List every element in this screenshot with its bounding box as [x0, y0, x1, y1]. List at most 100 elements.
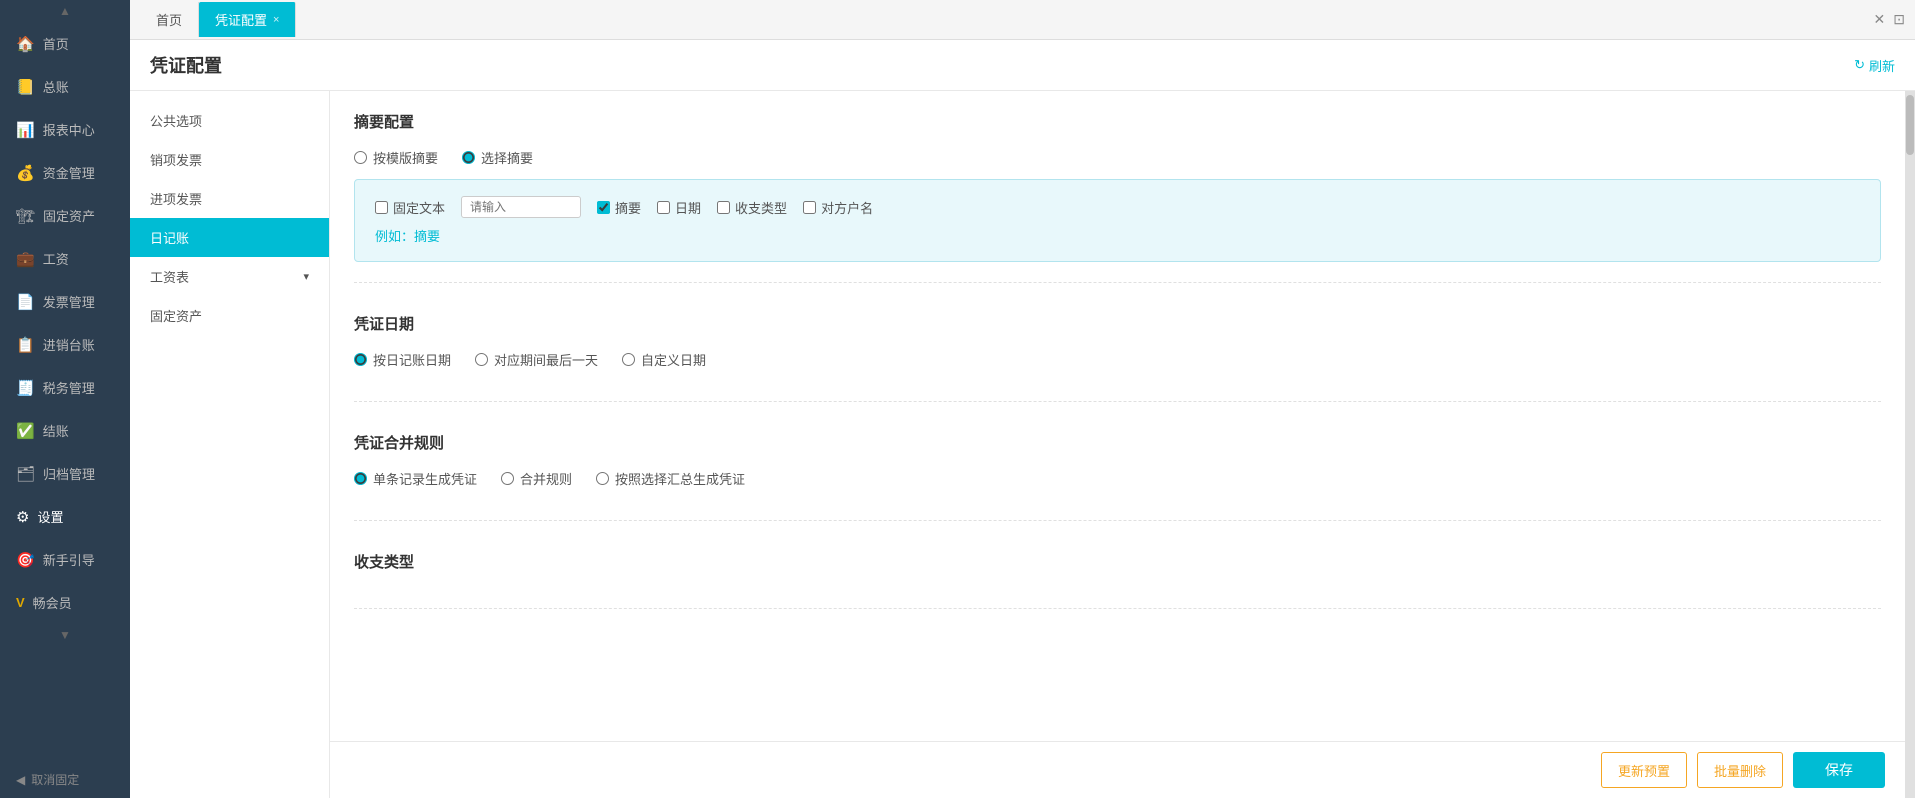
radio-custom-date[interactable]: 自定义日期: [622, 350, 706, 369]
tab-close-button[interactable]: ×: [273, 14, 279, 26]
invoice-icon: 📄: [16, 293, 35, 311]
checkbox-fixed-text-input[interactable]: [375, 201, 388, 214]
nav-item-fixed-assets[interactable]: 固定资产: [130, 296, 329, 335]
checkbox-summary[interactable]: 摘要: [597, 198, 641, 217]
sidebar-scroll-down[interactable]: ▼: [0, 624, 130, 646]
checkbox-date[interactable]: 日期: [657, 198, 701, 217]
update-preview-button[interactable]: 更新预置: [1601, 752, 1687, 788]
report-icon: 📊: [16, 121, 35, 139]
trade-icon: 📋: [16, 336, 35, 354]
tab-home[interactable]: 首页: [140, 2, 199, 37]
left-nav: 公共选项 销项发票 进项发票 日记账 工资表 ▾ 固定资产: [130, 91, 330, 798]
radio-summary-generate[interactable]: 按照选择汇总生成凭证: [596, 469, 745, 488]
nav-item-purchase-invoice[interactable]: 进项发票: [130, 179, 329, 218]
radio-template-summary[interactable]: 按模版摘要: [354, 148, 438, 167]
content-layout: 公共选项 销项发票 进项发票 日记账 工资表 ▾ 固定资产: [130, 91, 1915, 798]
assets-icon: 🏗: [16, 207, 35, 225]
nav-item-common[interactable]: 公共选项: [130, 101, 329, 140]
radio-single[interactable]: 单条记录生成凭证: [354, 469, 477, 488]
scrollbar-thumb[interactable]: [1906, 95, 1914, 155]
sidebar-item-archive[interactable]: 🗂 归档管理: [0, 452, 130, 495]
pin-icon: ◀: [16, 773, 25, 787]
fund-icon: 💰: [16, 164, 35, 182]
summary-config-title: 摘要配置: [354, 111, 1881, 132]
radio-custom-date-input[interactable]: [622, 353, 635, 366]
sidebar-item-home[interactable]: 🏠 首页: [0, 22, 130, 65]
checkbox-counterpart-name-input[interactable]: [803, 201, 816, 214]
summary-config-box: 固定文本 摘要 日期 收支类型: [354, 179, 1881, 262]
sidebar-item-salary[interactable]: 💼 工资: [0, 237, 130, 280]
outer-scrollbar[interactable]: [1905, 91, 1915, 798]
tab-bar-actions: ✕ ⊡: [1874, 11, 1905, 28]
checkbox-summary-input[interactable]: [597, 201, 610, 214]
merge-rules-radio-group: 单条记录生成凭证 合并规则 按照选择汇总生成凭证: [354, 469, 1881, 488]
salary-icon: 💼: [16, 250, 35, 268]
sidebar-item-trade[interactable]: 📋 进销台账: [0, 323, 130, 366]
income-type-title: 收支类型: [354, 551, 1881, 572]
tab-bar: 首页 凭证配置 × ✕ ⊡: [130, 0, 1915, 40]
radio-journal-date[interactable]: 按日记账日期: [354, 350, 451, 369]
radio-journal-date-input[interactable]: [354, 353, 367, 366]
checkbox-counterpart-name[interactable]: 对方户名: [803, 198, 873, 217]
sidebar-item-assets[interactable]: 🏗 固定资产: [0, 194, 130, 237]
radio-period-last[interactable]: 对应期间最后一天: [475, 350, 598, 369]
batch-delete-button[interactable]: 批量删除: [1697, 752, 1783, 788]
sidebar-scroll-up[interactable]: ▲: [0, 0, 130, 22]
nav-item-payroll[interactable]: 工资表 ▾: [130, 257, 329, 296]
sidebar-item-report[interactable]: 📊 报表中心: [0, 108, 130, 151]
refresh-button[interactable]: ↻ 刷新: [1854, 56, 1895, 75]
fixed-text-input[interactable]: [461, 196, 581, 218]
radio-merge[interactable]: 合并规则: [501, 469, 572, 488]
archive-icon: 🗂: [16, 465, 35, 483]
checkbox-date-input[interactable]: [657, 201, 670, 214]
voucher-date-section: 凭证日期 按日记账日期 对应期间最后一天 自定义日期: [354, 313, 1881, 402]
sidebar-item-invoice[interactable]: 📄 发票管理: [0, 280, 130, 323]
close-accounts-icon: ✅: [16, 422, 35, 440]
radio-template-summary-input[interactable]: [354, 151, 367, 164]
main-area: 首页 凭证配置 × ✕ ⊡ 凭证配置 ↻ 刷新 公共选项 销项发票 进项: [130, 0, 1915, 798]
close-window-icon[interactable]: ✕: [1874, 11, 1886, 28]
checkbox-income-type[interactable]: 收支类型: [717, 198, 787, 217]
radio-select-summary-input[interactable]: [462, 151, 475, 164]
sidebar-item-fund[interactable]: 💰 资金管理: [0, 151, 130, 194]
settings-icon: ⚙: [16, 508, 29, 526]
page-title: 凭证配置: [150, 52, 222, 78]
summary-checkbox-row: 固定文本 摘要 日期 收支类型: [375, 196, 1860, 218]
voucher-date-radio-group: 按日记账日期 对应期间最后一天 自定义日期: [354, 350, 1881, 369]
sidebar-item-tax[interactable]: 🧾 税务管理: [0, 366, 130, 409]
merge-rules-section: 凭证合并规则 单条记录生成凭证 合并规则 按照选择汇总生成凭证: [354, 432, 1881, 521]
tax-icon: 🧾: [16, 379, 35, 397]
summary-radio-group: 按模版摘要 选择摘要: [354, 148, 1881, 167]
home-icon: 🏠: [16, 35, 35, 53]
radio-merge-input[interactable]: [501, 472, 514, 485]
nav-item-sales-invoice[interactable]: 销项发票: [130, 140, 329, 179]
vip-icon: V: [16, 595, 25, 610]
sidebar-item-vip[interactable]: V 畅会员: [0, 581, 130, 624]
sidebar-item-ledger[interactable]: 📒 总账: [0, 65, 130, 108]
merge-rules-title: 凭证合并规则: [354, 432, 1881, 453]
right-content: 摘要配置 按模版摘要 选择摘要 固定文本: [330, 91, 1905, 798]
income-type-section: 收支类型: [354, 551, 1881, 609]
sidebar-item-guide[interactable]: 🎯 新手引导: [0, 538, 130, 581]
save-button[interactable]: 保存: [1793, 752, 1885, 788]
sidebar-item-close[interactable]: ✅ 结账: [0, 409, 130, 452]
checkbox-fixed-text[interactable]: 固定文本: [375, 198, 445, 217]
sidebar: ▲ 🏠 首页 📒 总账 📊 报表中心 💰 资金管理 🏗 固定资产 💼 工资 📄 …: [0, 0, 130, 798]
cancel-pin-button[interactable]: ◀ 取消固定: [0, 761, 130, 798]
radio-single-input[interactable]: [354, 472, 367, 485]
chevron-down-icon: ▾: [303, 270, 309, 283]
radio-summary-generate-input[interactable]: [596, 472, 609, 485]
page-header: 凭证配置 ↻ 刷新: [130, 40, 1915, 91]
voucher-date-title: 凭证日期: [354, 313, 1881, 334]
refresh-icon: ↻: [1854, 57, 1865, 73]
bottom-action-bar: 更新预置 批量删除 保存: [330, 741, 1905, 798]
tab-voucher-config[interactable]: 凭证配置 ×: [199, 2, 296, 37]
summary-config-section: 摘要配置 按模版摘要 选择摘要 固定文本: [354, 111, 1881, 283]
guide-icon: 🎯: [16, 551, 35, 569]
nav-item-journal[interactable]: 日记账: [130, 218, 329, 257]
checkbox-income-type-input[interactable]: [717, 201, 730, 214]
sidebar-item-settings[interactable]: ⚙ 设置: [0, 495, 130, 538]
radio-select-summary[interactable]: 选择摘要: [462, 148, 533, 167]
restore-window-icon[interactable]: ⊡: [1893, 11, 1905, 28]
radio-period-last-input[interactable]: [475, 353, 488, 366]
